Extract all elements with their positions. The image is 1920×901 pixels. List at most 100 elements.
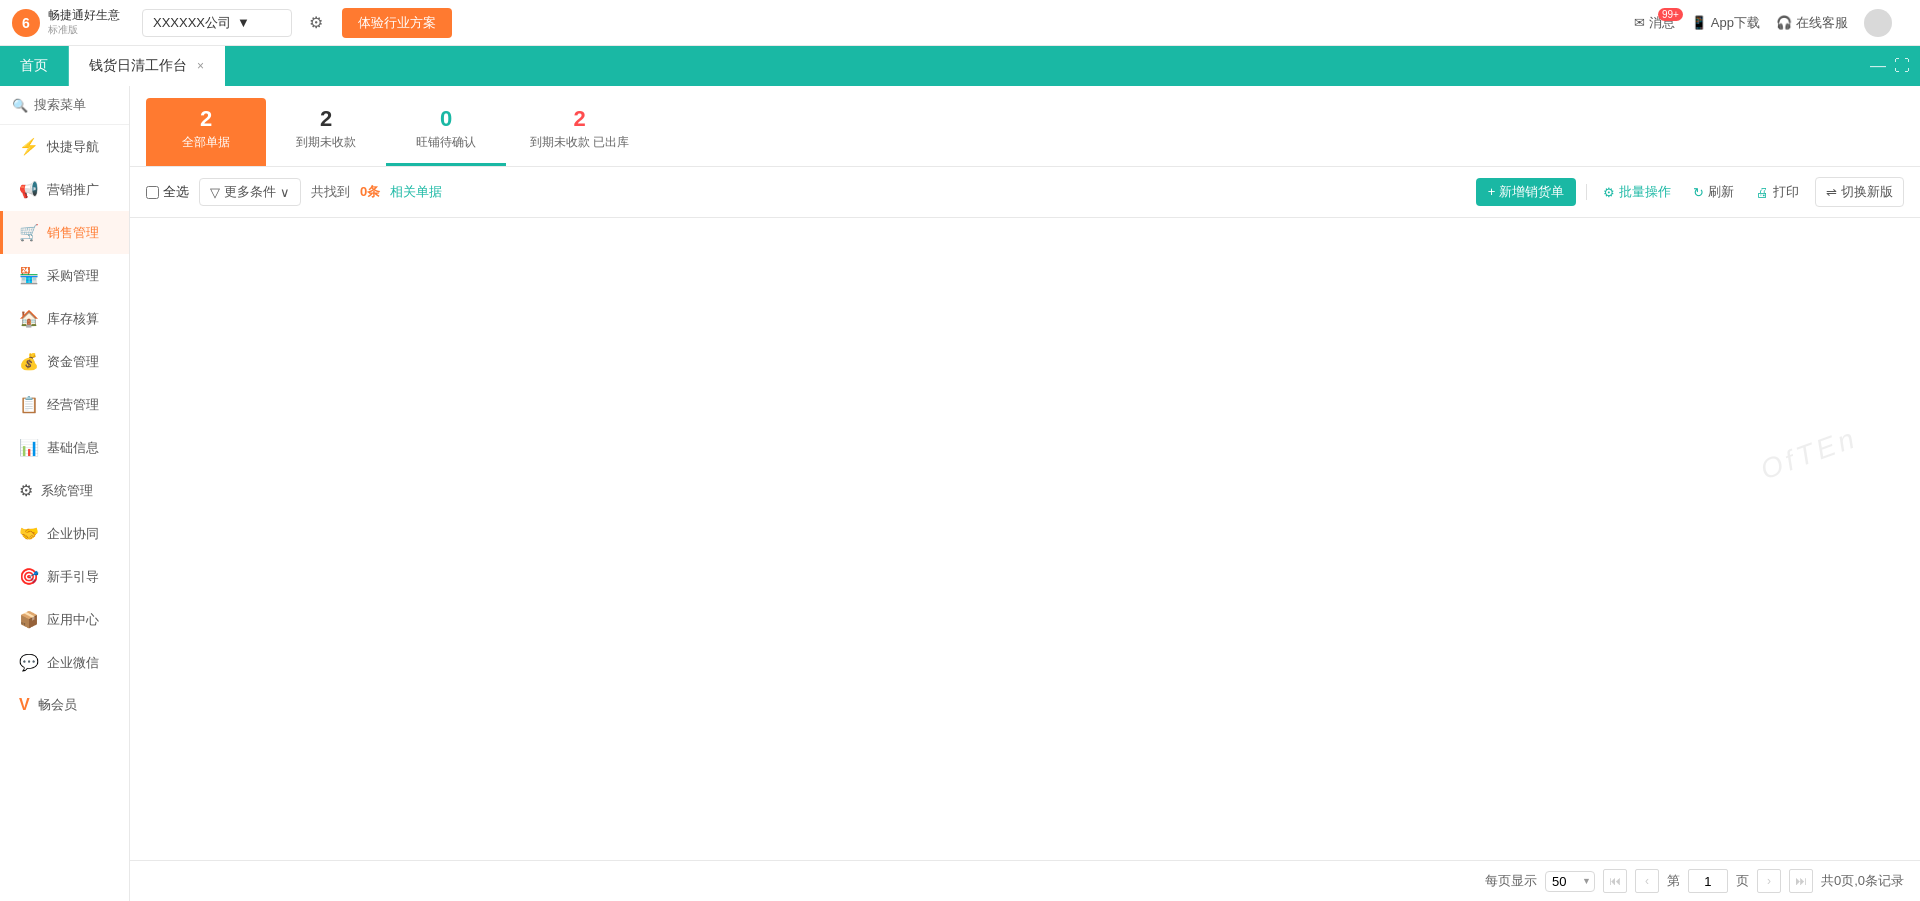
search-menu-button[interactable]: 🔍 搜索菜单 [0,86,129,125]
add-order-button[interactable]: + 新增销货单 [1476,178,1576,206]
last-page-button[interactable]: ⏭ [1789,869,1813,893]
corp-wechat-icon: 💬 [19,653,39,672]
filter-button[interactable]: ▽ 更多条件 ∨ [199,178,301,206]
refresh-icon: ↻ [1693,185,1704,200]
inventory-icon: 🏠 [19,309,39,328]
logo-icon: 6 [12,9,40,37]
marketing-icon: 📢 [19,180,39,199]
page-text-end: 页 [1736,872,1749,890]
company-selector[interactable]: XXXXXX公司 ▼ [142,9,292,37]
sidebar-label-corp-collab: 企业协同 [47,525,99,543]
next-page-button[interactable]: › [1757,869,1781,893]
close-tab-icon[interactable]: × [197,59,204,73]
sidebar-label-system: 系统管理 [41,482,93,500]
sidebar-label-basic-info: 基础信息 [47,439,99,457]
sidebar-item-corp-wechat[interactable]: 💬 企业微信 [0,641,129,684]
top-right-area: ✉ 消息 99+ 📱 App下载 🎧 在线客服 [1634,9,1908,37]
sidebar-label-operations: 经营管理 [47,396,99,414]
page-number-input[interactable] [1688,869,1728,893]
app-name: 畅捷通好生意 [48,8,120,24]
sidebar-item-corp-collab[interactable]: 🤝 企业协同 [0,512,129,555]
total-info: 共0页,0条记录 [1821,872,1904,890]
sidebar-label-member: 畅会员 [38,696,77,714]
related-orders-link[interactable]: 相关单据 [390,183,442,201]
stat-tab-all[interactable]: 2 全部单据 [146,98,266,166]
search-menu-label: 搜索菜单 [34,96,86,114]
stat-overdue-label: 到期未收款 [290,134,362,151]
stat-all-label: 全部单据 [170,134,242,151]
phone-icon: 📱 [1691,15,1707,30]
select-all-input[interactable] [146,186,159,199]
filter-icon: ▽ [210,185,220,200]
sidebar-item-inventory[interactable]: 🏠 库存核算 [0,297,129,340]
table-area: OfTEn [130,218,1920,860]
filter-label: 更多条件 [224,183,276,201]
refresh-button[interactable]: ↻ 刷新 [1687,179,1740,205]
watermark: OfTEn [1757,422,1863,487]
sidebar-label-guide: 新手引导 [47,568,99,586]
print-icon: 🖨 [1756,185,1769,200]
chevron-down-icon: ▼ [237,15,250,30]
sidebar-item-guide[interactable]: 🎯 新手引导 [0,555,129,598]
online-service-button[interactable]: 🎧 在线客服 [1776,14,1848,32]
purchase-icon: 🏪 [19,266,39,285]
sidebar-item-quick-nav[interactable]: ⚡ 快捷导航 [0,125,129,168]
fullscreen-icon[interactable]: ⛶ [1894,57,1910,75]
nav-icon: ⚡ [19,137,39,156]
sidebar-item-operations[interactable]: 📋 经营管理 [0,383,129,426]
experience-button[interactable]: 体验行业方案 [342,8,452,38]
batch-operation-button[interactable]: ⚙ 批量操作 [1597,179,1677,205]
tab-workbench[interactable]: 钱货日清工作台 × [69,46,225,86]
toolbar-right: + 新增销货单 ⚙ 批量操作 ↻ 刷新 🖨 打印 ⇌ 切换新版 [1476,177,1904,207]
stat-tab-overdue[interactable]: 2 到期未收款 [266,98,386,166]
print-button[interactable]: 🖨 打印 [1750,179,1805,205]
app-download-label: App下载 [1711,14,1760,32]
sidebar-item-member[interactable]: V 畅会员 [0,684,129,726]
app-version: 标准版 [48,23,120,37]
stat-shipped-num: 2 [530,106,629,132]
settings-button[interactable]: ⚙ [300,7,332,39]
app-download-button[interactable]: 📱 App下载 [1691,14,1760,32]
sidebar-label-app-center: 应用中心 [47,611,99,629]
search-icon: 🔍 [12,98,28,113]
switch-label: 切换新版 [1841,183,1893,201]
switch-version-button[interactable]: ⇌ 切换新版 [1815,177,1904,207]
sidebar-item-basic-info[interactable]: 📊 基础信息 [0,426,129,469]
stat-tab-pending[interactable]: 0 旺铺待确认 [386,98,506,166]
sales-icon: 🛒 [19,223,39,242]
sidebar-item-app-center[interactable]: 📦 应用中心 [0,598,129,641]
sidebar-item-finance[interactable]: 💰 资金管理 [0,340,129,383]
sidebar-item-marketing[interactable]: 📢 营销推广 [0,168,129,211]
batch-label: 批量操作 [1619,183,1671,201]
tab-home[interactable]: 首页 [0,46,69,86]
page-size-select[interactable]: 10 20 50 100 [1545,871,1595,892]
guide-icon: 🎯 [19,567,39,586]
stat-overdue-num: 2 [290,106,362,132]
sidebar-item-system[interactable]: ⚙ 系统管理 [0,469,129,512]
member-icon: V [19,696,30,714]
prev-page-button[interactable]: ‹ [1635,869,1659,893]
divider [1586,184,1587,200]
app-center-icon: 📦 [19,610,39,629]
minimize-icon[interactable]: — [1870,57,1886,75]
select-all-checkbox[interactable]: 全选 [146,183,189,201]
stat-shipped-label: 到期未收款 已出库 [530,134,629,151]
online-service-label: 在线客服 [1796,14,1848,32]
main-layout: 🔍 搜索菜单 ⚡ 快捷导航 📢 营销推广 🛒 销售管理 🏪 采购管理 🏠 库存核… [0,86,1920,901]
avatar[interactable] [1864,9,1892,37]
sidebar-label-inventory: 库存核算 [47,310,99,328]
first-page-button[interactable]: ⏮ [1603,869,1627,893]
sidebar-label-quick-nav: 快捷导航 [47,138,99,156]
toolbar-left: 全选 ▽ 更多条件 ∨ 共找到 0条 相关单据 [146,178,1464,206]
pagination: 每页显示 10 20 50 100 ⏮ ‹ 第 页 › ⏭ 共0页,0条记录 [130,860,1920,901]
sidebar-item-sales[interactable]: 🛒 销售管理 [0,211,129,254]
found-count: 0条 [360,183,380,201]
message-button[interactable]: ✉ 消息 99+ [1634,14,1675,32]
found-prefix: 共找到 [311,183,350,201]
page-size-wrapper: 10 20 50 100 [1545,871,1595,892]
sidebar-item-purchase[interactable]: 🏪 采购管理 [0,254,129,297]
company-name: XXXXXX公司 [153,14,231,32]
batch-icon: ⚙ [1603,185,1615,200]
content-area: 2 全部单据 2 到期未收款 0 旺铺待确认 2 到期未收款 已出库 全选 [130,86,1920,901]
stat-tab-shipped[interactable]: 2 到期未收款 已出库 [506,98,653,166]
